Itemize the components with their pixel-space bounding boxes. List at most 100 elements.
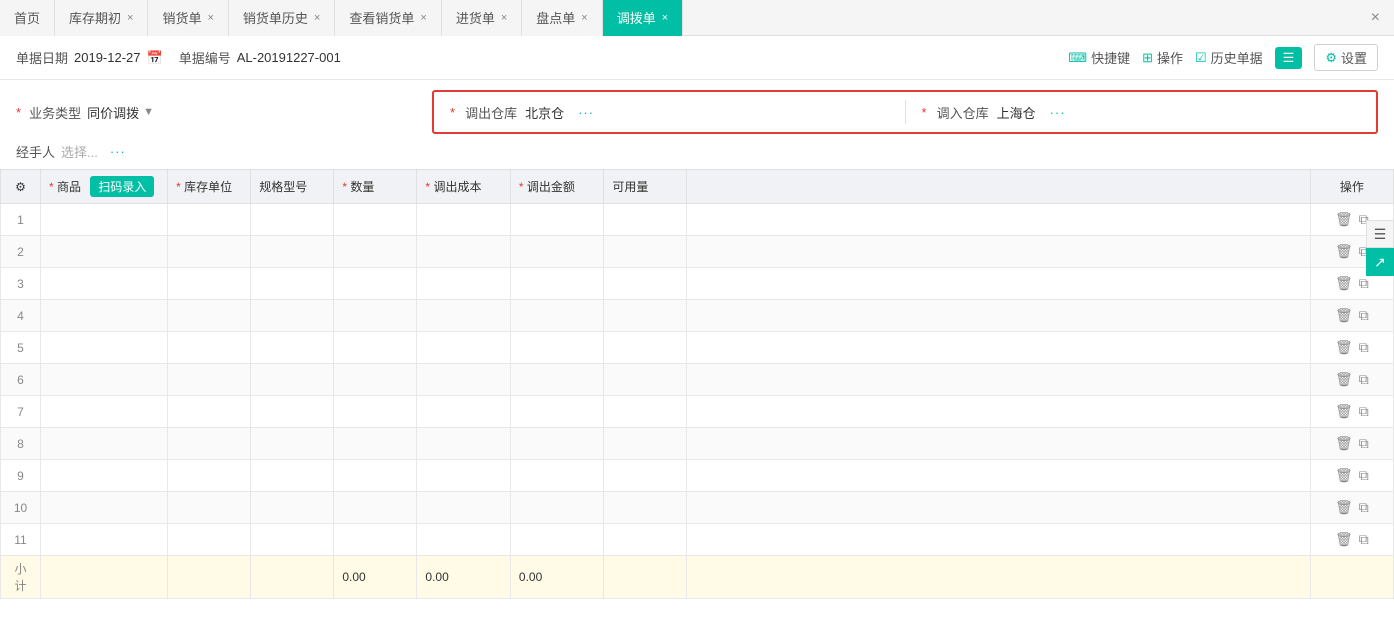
- out-warehouse-dots[interactable]: ···: [578, 105, 594, 120]
- qty-cell[interactable]: [334, 492, 417, 524]
- operations-button[interactable]: ⊞ 操作: [1142, 48, 1183, 67]
- cost-cell[interactable]: [417, 364, 510, 396]
- unit-cell[interactable]: [168, 300, 251, 332]
- qty-cell[interactable]: [334, 524, 417, 556]
- amount-cell[interactable]: [510, 428, 603, 460]
- in-warehouse-dots[interactable]: ···: [1050, 105, 1066, 120]
- copy-icon[interactable]: ⧉: [1359, 403, 1369, 419]
- qty-cell[interactable]: [334, 268, 417, 300]
- copy-icon[interactable]: ⧉: [1359, 275, 1369, 291]
- tab-transfer-close[interactable]: ×: [662, 12, 668, 24]
- product-cell[interactable]: [41, 364, 168, 396]
- cost-cell[interactable]: [417, 428, 510, 460]
- unit-cell[interactable]: [168, 268, 251, 300]
- spec-cell[interactable]: [251, 332, 334, 364]
- handler-dots[interactable]: ···: [110, 144, 126, 159]
- product-cell[interactable]: [41, 332, 168, 364]
- unit-cell[interactable]: [168, 236, 251, 268]
- amount-cell[interactable]: [510, 300, 603, 332]
- tab-inventory-check-close[interactable]: ×: [581, 12, 587, 24]
- delete-icon[interactable]: 🗑: [1335, 371, 1353, 387]
- tab-purchase-order[interactable]: 进货单 ×: [442, 0, 522, 36]
- cost-cell[interactable]: [417, 300, 510, 332]
- right-bar-list[interactable]: ☰: [1366, 220, 1394, 248]
- unit-cell[interactable]: [168, 524, 251, 556]
- cost-cell[interactable]: [417, 524, 510, 556]
- qty-cell[interactable]: [334, 236, 417, 268]
- spec-cell[interactable]: [251, 300, 334, 332]
- history-button[interactable]: ☑ 历史单据: [1195, 48, 1263, 67]
- delete-icon[interactable]: 🗑: [1335, 339, 1353, 355]
- tab-sales-history[interactable]: 销货单历史 ×: [229, 0, 335, 36]
- unit-cell[interactable]: [168, 332, 251, 364]
- tab-inventory-init-close[interactable]: ×: [127, 12, 133, 24]
- unit-cell[interactable]: [168, 460, 251, 492]
- qty-cell[interactable]: [334, 364, 417, 396]
- handler-select[interactable]: 选择...: [61, 142, 98, 161]
- copy-icon[interactable]: ⧉: [1359, 339, 1369, 355]
- qty-cell[interactable]: [334, 300, 417, 332]
- product-cell[interactable]: [41, 460, 168, 492]
- qty-cell[interactable]: [334, 428, 417, 460]
- spec-cell[interactable]: [251, 396, 334, 428]
- copy-icon[interactable]: ⧉: [1359, 499, 1369, 515]
- amount-cell[interactable]: [510, 460, 603, 492]
- product-cell[interactable]: [41, 268, 168, 300]
- cost-cell[interactable]: [417, 268, 510, 300]
- product-cell[interactable]: [41, 492, 168, 524]
- window-close-button[interactable]: ×: [1357, 0, 1394, 36]
- product-cell[interactable]: [41, 396, 168, 428]
- tab-view-sales-close[interactable]: ×: [420, 12, 426, 24]
- in-warehouse-value[interactable]: 上海仓: [997, 103, 1036, 122]
- delete-icon[interactable]: 🗑: [1335, 467, 1353, 483]
- spec-cell[interactable]: [251, 364, 334, 396]
- spec-cell[interactable]: [251, 524, 334, 556]
- tab-view-sales[interactable]: 查看销货单 ×: [335, 0, 441, 36]
- qty-cell[interactable]: [334, 204, 417, 236]
- product-cell[interactable]: [41, 300, 168, 332]
- unit-cell[interactable]: [168, 364, 251, 396]
- product-cell[interactable]: [41, 204, 168, 236]
- delete-icon[interactable]: 🗑: [1335, 499, 1353, 515]
- delete-icon[interactable]: 🗑: [1335, 403, 1353, 419]
- tab-inventory-init[interactable]: 库存期初 ×: [55, 0, 148, 36]
- product-cell[interactable]: [41, 524, 168, 556]
- cost-cell[interactable]: [417, 460, 510, 492]
- amount-cell[interactable]: [510, 364, 603, 396]
- view-toggle-list[interactable]: ☰: [1275, 47, 1303, 69]
- spec-cell[interactable]: [251, 460, 334, 492]
- scan-button[interactable]: 扫码录入: [90, 176, 154, 197]
- copy-icon[interactable]: ⧉: [1359, 531, 1369, 547]
- cost-cell[interactable]: [417, 396, 510, 428]
- gear-icon[interactable]: ⚙: [15, 180, 26, 194]
- delete-icon[interactable]: 🗑: [1335, 211, 1353, 227]
- tab-sales-order-close[interactable]: ×: [207, 12, 213, 24]
- out-warehouse-value[interactable]: 北京仓: [525, 103, 564, 122]
- product-cell[interactable]: [41, 428, 168, 460]
- unit-cell[interactable]: [168, 492, 251, 524]
- delete-icon[interactable]: 🗑: [1335, 307, 1353, 323]
- delete-icon[interactable]: 🗑: [1335, 275, 1353, 291]
- qty-cell[interactable]: [334, 460, 417, 492]
- spec-cell[interactable]: [251, 428, 334, 460]
- amount-cell[interactable]: [510, 332, 603, 364]
- copy-icon[interactable]: ⧉: [1359, 435, 1369, 451]
- amount-cell[interactable]: [510, 492, 603, 524]
- shortcuts-button[interactable]: ⌨ 快捷键: [1068, 48, 1130, 67]
- amount-cell[interactable]: [510, 204, 603, 236]
- copy-icon[interactable]: ⧉: [1359, 467, 1369, 483]
- amount-cell[interactable]: [510, 268, 603, 300]
- tab-home[interactable]: 首页: [0, 0, 55, 36]
- calendar-icon[interactable]: 📅: [147, 50, 163, 66]
- delete-icon[interactable]: 🗑: [1335, 435, 1353, 451]
- cost-cell[interactable]: [417, 332, 510, 364]
- amount-cell[interactable]: [510, 396, 603, 428]
- unit-cell[interactable]: [168, 396, 251, 428]
- qty-cell[interactable]: [334, 332, 417, 364]
- tab-transfer[interactable]: 调拨单 ×: [603, 0, 683, 36]
- cost-cell[interactable]: [417, 236, 510, 268]
- right-bar-export[interactable]: ↗: [1366, 248, 1394, 276]
- spec-cell[interactable]: [251, 268, 334, 300]
- unit-cell[interactable]: [168, 204, 251, 236]
- delete-icon[interactable]: 🗑: [1335, 531, 1353, 547]
